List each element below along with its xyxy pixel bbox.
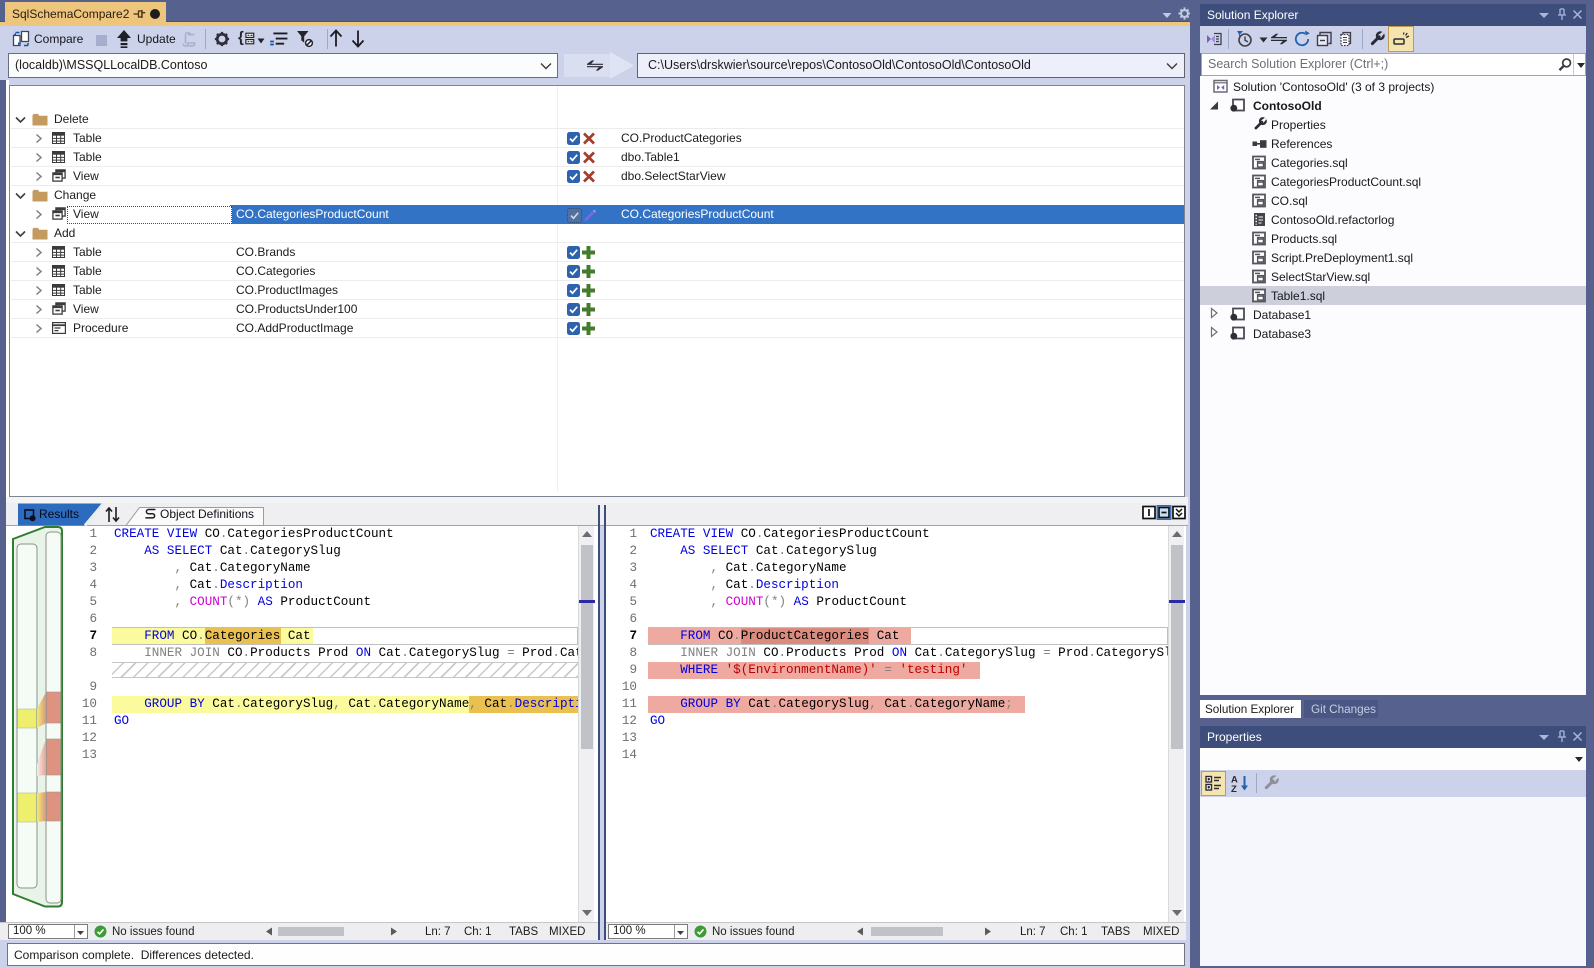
svg-text:Z: Z <box>1231 784 1237 793</box>
